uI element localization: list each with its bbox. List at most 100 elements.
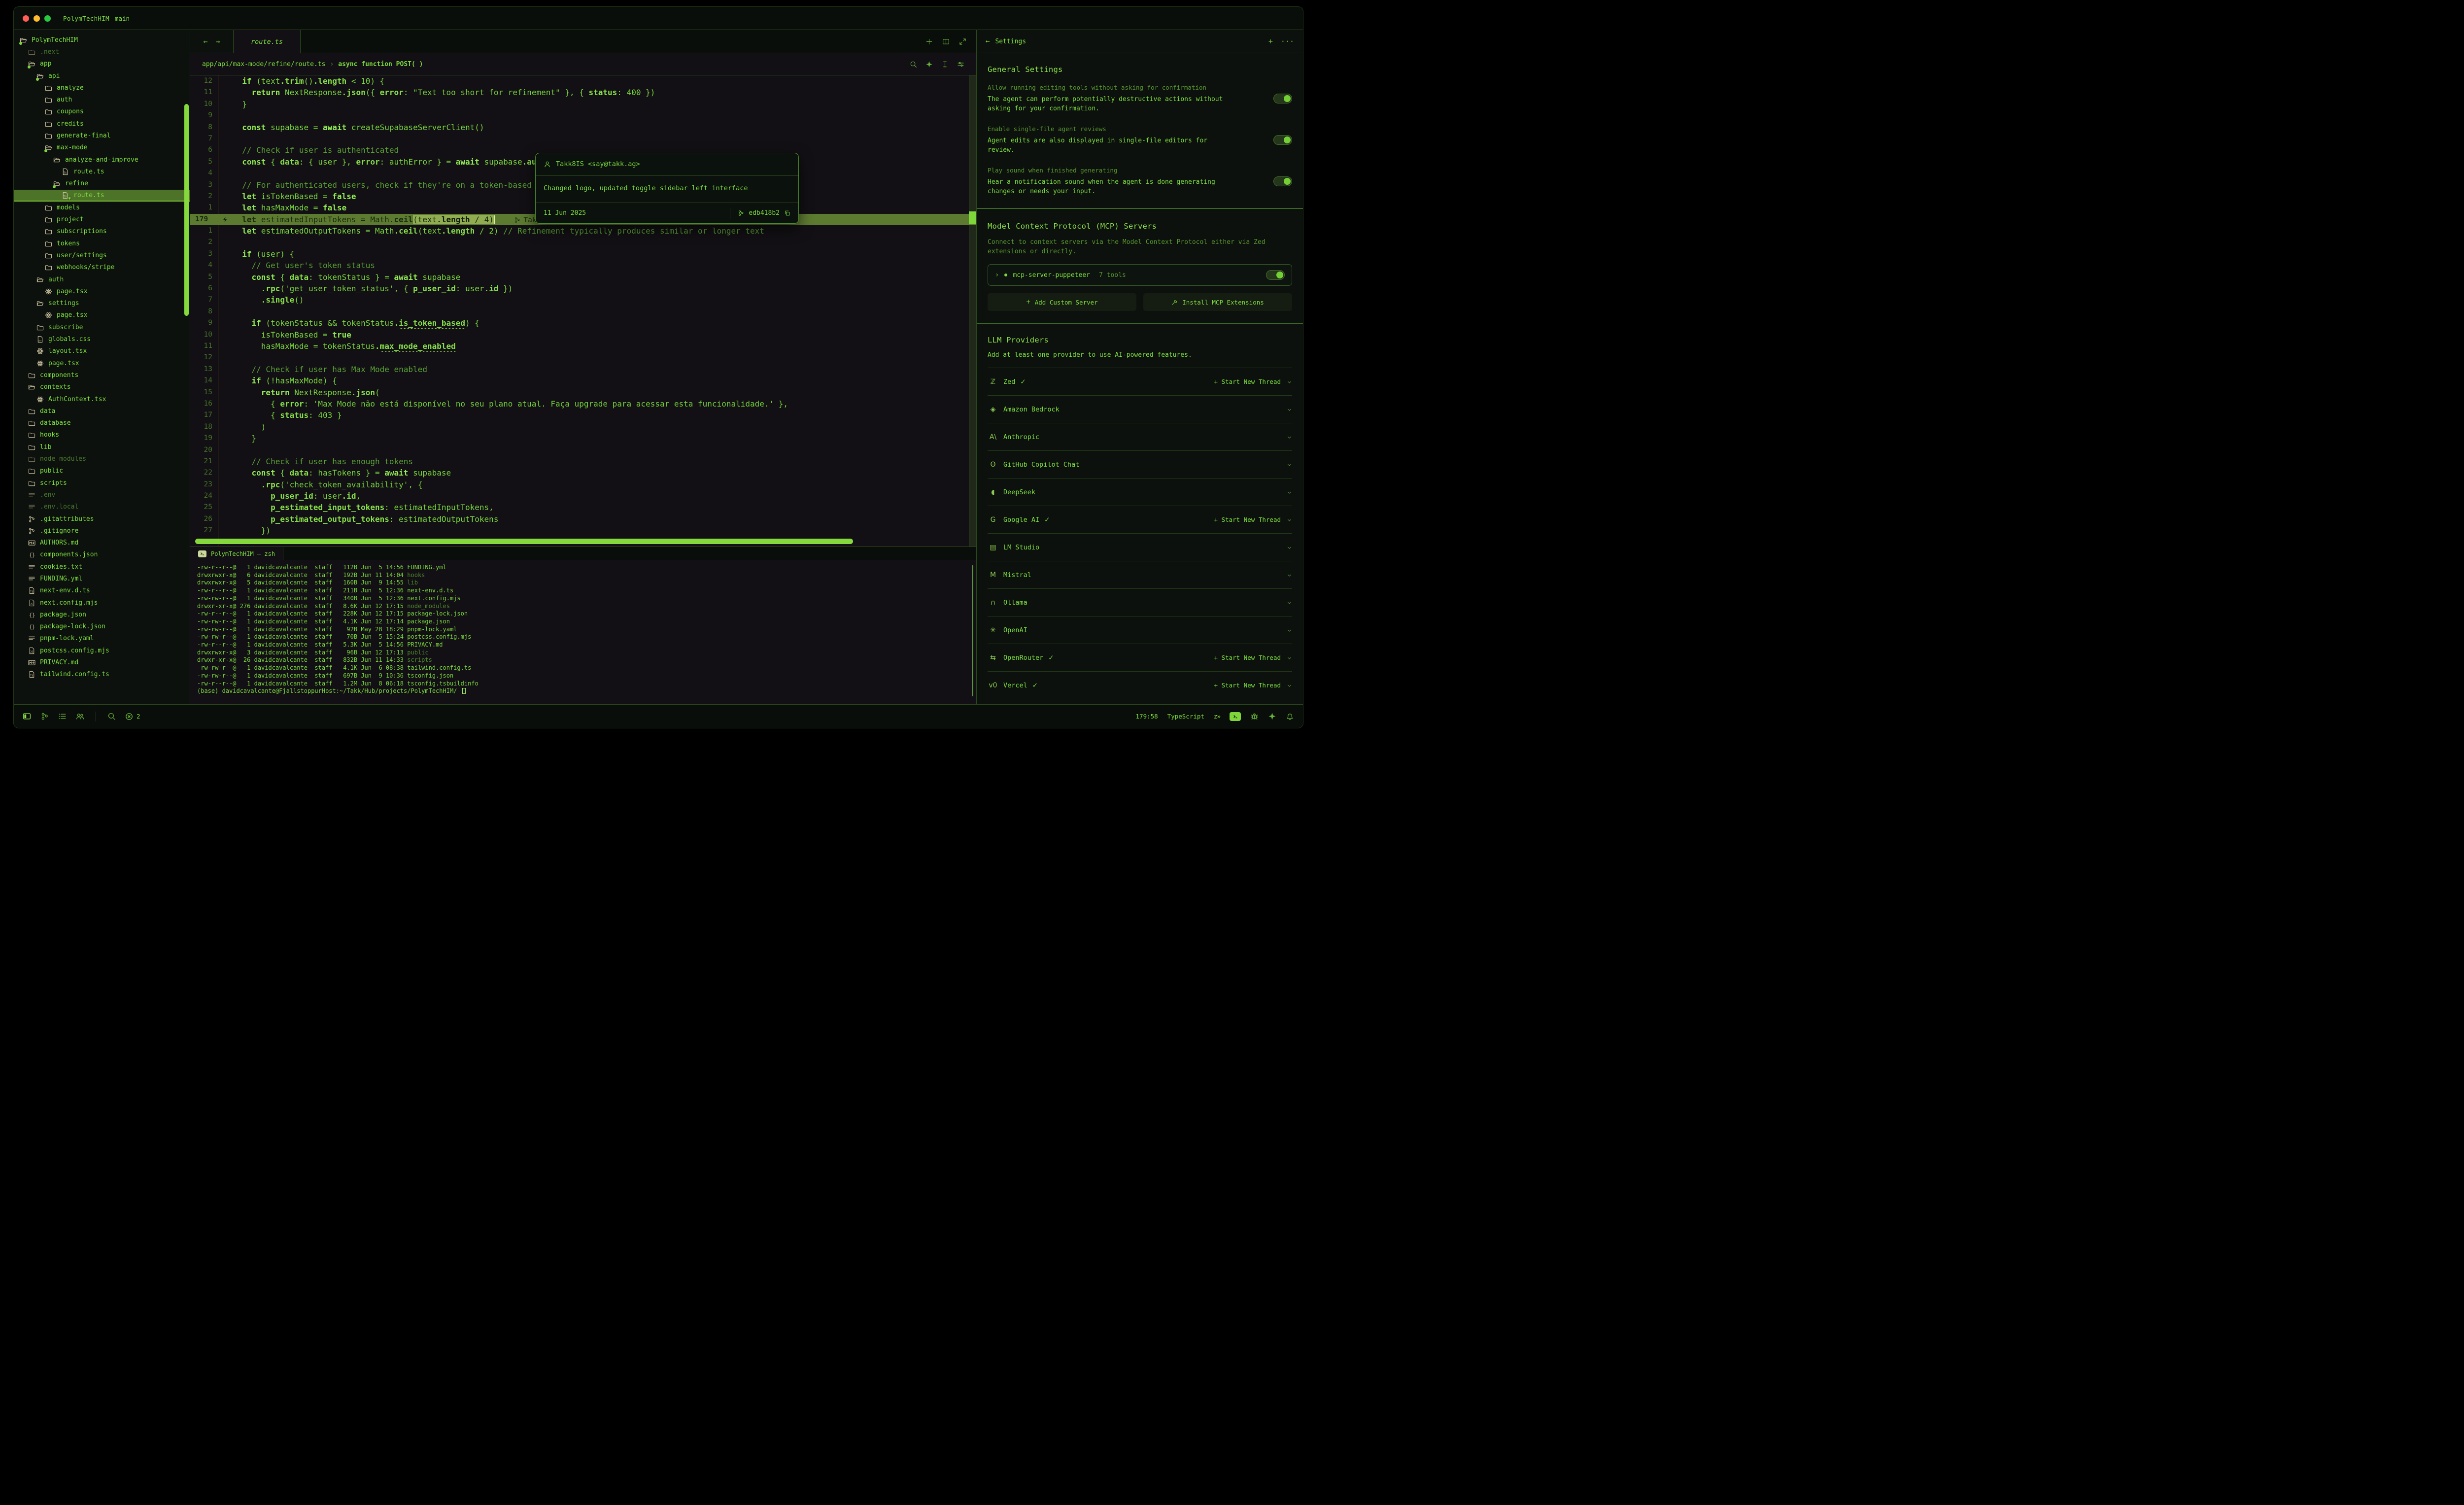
code-editor[interactable]: 12 if (text.trim().length < 10) {11 retu… <box>190 75 976 547</box>
start-new-thread-button[interactable]: + Start New Thread <box>1214 516 1281 523</box>
tree-item-cookies-txt[interactable]: cookies.txt <box>14 561 190 573</box>
tree-item-app[interactable]: app <box>14 58 190 70</box>
breadcrumb-symbol[interactable]: async function POST( ) <box>338 61 423 68</box>
tree-item-node-modules[interactable]: node_modules <box>14 453 190 465</box>
setting-toggle[interactable] <box>1273 135 1292 145</box>
provider-row-ollama[interactable]: ∩ Ollama <box>988 588 1292 616</box>
mcp-server-row[interactable]: › mcp-server-puppeteer 7 tools <box>988 264 1292 286</box>
nav-forward-icon[interactable]: → <box>216 37 220 46</box>
start-new-thread-button[interactable]: + Start New Thread <box>1214 378 1281 385</box>
tree-item-public[interactable]: public <box>14 465 190 477</box>
search-status-icon[interactable] <box>107 712 116 720</box>
blame-sha[interactable]: edb418b2 <box>749 207 780 219</box>
project-panel-scrollbar[interactable] <box>184 104 189 316</box>
tree-item-pnpm-lock-yaml[interactable]: pnpm-lock.yaml <box>14 633 190 645</box>
tree-item-page-tsx[interactable]: page.tsx <box>14 285 190 297</box>
provider-row-lm-studio[interactable]: ▤ LM Studio <box>988 533 1292 561</box>
editor-settings-icon[interactable] <box>957 61 964 68</box>
tree-item-max-mode[interactable]: max-mode <box>14 142 190 154</box>
chevron-down-icon[interactable] <box>1287 407 1292 412</box>
git-panel-icon[interactable] <box>40 712 49 720</box>
tree-item--env[interactable]: .env <box>14 489 190 501</box>
new-tab-icon[interactable] <box>925 38 933 45</box>
tree-item-contexts[interactable]: contexts <box>14 381 190 393</box>
tree-item-route-ts[interactable]: TS route.ts <box>14 166 190 177</box>
tree-item-package-lock-json[interactable]: {} package-lock.json <box>14 621 190 633</box>
tree-item-funding-yml[interactable]: FUNDING.yml <box>14 573 190 584</box>
tree-item-credits[interactable]: credits <box>14 118 190 130</box>
zed-predict-icon[interactable]: z» <box>1214 713 1221 720</box>
tree-item-page-tsx[interactable]: page.tsx <box>14 309 190 321</box>
provider-row-github-copilot-chat[interactable]: ʘ GitHub Copilot Chat <box>988 450 1292 478</box>
settings-new-icon[interactable]: + <box>1268 37 1273 46</box>
close-window-button[interactable] <box>23 15 29 22</box>
tree-item-postcss-config-mjs[interactable]: JS postcss.config.mjs <box>14 645 190 656</box>
outline-panel-icon[interactable] <box>58 712 67 720</box>
tree-item-coupons[interactable]: coupons <box>14 106 190 118</box>
tree-item-package-json[interactable]: {} package.json <box>14 609 190 620</box>
sparkle-icon[interactable] <box>925 61 933 68</box>
tree-item-components-json[interactable]: {} components.json <box>14 549 190 561</box>
horizontal-scrollbar[interactable] <box>195 539 853 544</box>
terminal-scrollbar[interactable] <box>972 565 973 696</box>
tree-item-generate-final[interactable]: generate-final <box>14 130 190 141</box>
tree-item-scripts[interactable]: scripts <box>14 477 190 489</box>
split-pane-icon[interactable] <box>942 38 950 45</box>
vertical-scrollbar-track[interactable] <box>969 75 976 547</box>
tree-item-layout-tsx[interactable]: layout.tsx <box>14 345 190 357</box>
add-custom-server-button[interactable]: + Add Custom Server <box>988 293 1136 311</box>
terminal-status-icon[interactable] <box>1230 712 1241 721</box>
collab-panel-icon[interactable] <box>76 712 84 720</box>
chevron-down-icon[interactable] <box>1287 600 1292 605</box>
setting-toggle[interactable] <box>1273 94 1292 103</box>
tree-item-subscribe[interactable]: subscribe <box>14 321 190 333</box>
minimize-window-button[interactable] <box>34 15 40 22</box>
chevron-down-icon[interactable] <box>1287 462 1292 467</box>
tree-item-next-env-d-ts[interactable]: TS next-env.d.ts <box>14 585 190 597</box>
chevron-down-icon[interactable] <box>1287 572 1292 578</box>
tree-item--env-local[interactable]: .env.local <box>14 501 190 513</box>
setting-toggle[interactable] <box>1273 176 1292 186</box>
tree-item-api[interactable]: api <box>14 70 190 82</box>
expand-pane-icon[interactable] <box>959 38 966 45</box>
tree-item-next-config-mjs[interactable]: JS next.config.mjs <box>14 597 190 609</box>
tree-item-authors-md[interactable]: AUTHORS.md <box>14 537 190 548</box>
tree-item-tokens[interactable]: tokens <box>14 238 190 249</box>
debug-icon[interactable] <box>1250 712 1259 720</box>
tree-item-polymtechhim[interactable]: PolymTechHIM <box>14 34 190 46</box>
provider-row-anthropic[interactable]: A\ Anthropic <box>988 423 1292 450</box>
code-action-bolt-icon[interactable] <box>222 216 228 223</box>
tree-item-components[interactable]: components <box>14 369 190 381</box>
chevron-down-icon[interactable] <box>1287 655 1292 660</box>
tree-item-hooks[interactable]: hooks <box>14 429 190 441</box>
zoom-window-button[interactable] <box>44 15 51 22</box>
tree-item-webhooks-stripe[interactable]: webhooks/stripe <box>14 262 190 274</box>
tree-item-project[interactable]: project <box>14 213 190 225</box>
copy-icon[interactable] <box>784 210 790 216</box>
tree-item-analyze[interactable]: analyze <box>14 82 190 94</box>
tree-item-route-ts[interactable]: TS ✱ route.ts <box>14 189 190 202</box>
tree-item-globals-css[interactable]: css globals.css <box>14 333 190 345</box>
tree-item-settings[interactable]: settings <box>14 298 190 309</box>
start-new-thread-button[interactable]: + Start New Thread <box>1214 654 1281 661</box>
tree-item-authcontext-tsx[interactable]: AuthContext.tsx <box>14 393 190 405</box>
terminal-tab[interactable]: PolymTechHIM — zsh <box>190 547 284 560</box>
cursor-position[interactable]: 179:58 <box>1136 713 1158 720</box>
tree-item-privacy-md[interactable]: PRIVACY.md <box>14 656 190 668</box>
chevron-down-icon[interactable] <box>1287 517 1292 522</box>
provider-row-openrouter[interactable]: ⇆ OpenRouter ✓ + Start New Thread <box>988 644 1292 671</box>
tree-item-database[interactable]: database <box>14 417 190 429</box>
chevron-down-icon[interactable] <box>1287 489 1292 495</box>
tree-item-subscriptions[interactable]: subscriptions <box>14 226 190 238</box>
inline-assist-icon[interactable] <box>941 61 949 68</box>
nav-back-icon[interactable]: ← <box>203 37 207 46</box>
back-icon[interactable]: ← <box>986 37 990 45</box>
tree-item-auth[interactable]: auth <box>14 274 190 285</box>
chevron-down-icon[interactable] <box>1287 379 1292 384</box>
tree-item-refine[interactable]: refine <box>14 178 190 190</box>
chevron-down-icon[interactable] <box>1287 683 1292 688</box>
tree-item-tailwind-config-ts[interactable]: TS tailwind.config.ts <box>14 669 190 681</box>
breadcrumb[interactable]: app/api/max-mode/refine/route.ts › async… <box>190 53 976 75</box>
terminal-panel[interactable]: -rw-r--r--@ 1 davidcavalcante staff 112B… <box>190 560 976 704</box>
tree-item--next[interactable]: .next <box>14 46 190 58</box>
